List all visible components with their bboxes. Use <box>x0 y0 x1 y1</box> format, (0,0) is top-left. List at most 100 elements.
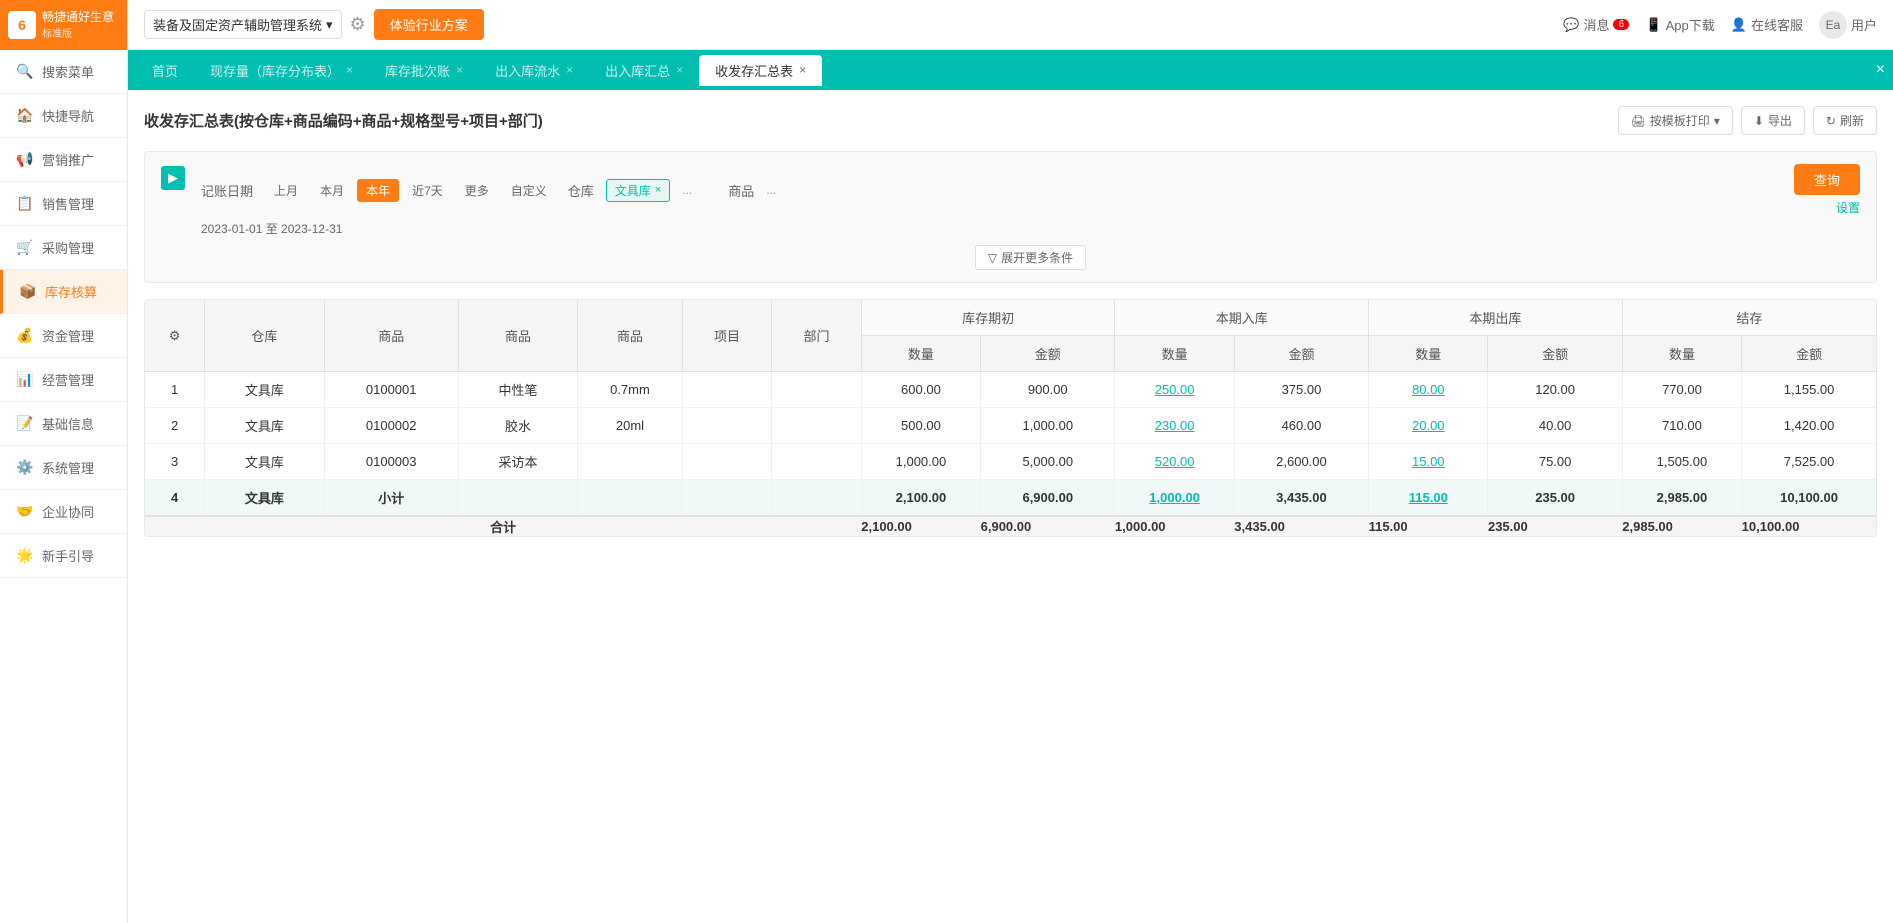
warehouse-tag-close[interactable]: × <box>655 184 661 196</box>
th-spec: 商品 <box>578 300 682 372</box>
sidebar-item-inventory[interactable]: 📦 库存核算 <box>0 270 127 314</box>
date-btn-custom[interactable]: 自定义 <box>502 179 556 202</box>
sidebar-item-enterprise[interactable]: 🤝 企业协同 <box>0 490 127 534</box>
goods-more[interactable]: ... <box>766 183 776 197</box>
query-button[interactable]: 查询 <box>1794 164 1860 195</box>
th-opening-group: 库存期初 <box>861 300 1115 336</box>
table-row: 1 文具库 0100001 中性笔 0.7mm 600.00 900.00 25… <box>145 372 1876 408</box>
sidebar-item-sales[interactable]: 📋 销售管理 <box>0 182 127 226</box>
goods-filter-label: 商品 <box>728 181 754 200</box>
cell-in-qty[interactable]: 520.00 <box>1115 444 1234 480</box>
cell-subtotal-opening-amt: 6,900.00 <box>981 480 1115 517</box>
date-btn-this-year[interactable]: 本年 <box>357 179 399 202</box>
expand-conditions-btn[interactable]: ▽ 展开更多条件 <box>975 245 1086 270</box>
date-btn-this-month[interactable]: 本月 <box>311 179 353 202</box>
cell-code: 0100001 <box>324 372 458 408</box>
filter-section: ▶ 记账日期 上月 本月 本年 近7天 更多 自定义 <box>161 164 1860 270</box>
data-table: ⚙ 仓库 商品 商品 商品 项目 部门 库存期初 本期入库 本期出库 结存 <box>145 300 1876 536</box>
export-button[interactable]: ⬇ 导出 <box>1741 106 1805 135</box>
th-out-amt: 金额 <box>1488 336 1622 372</box>
cell-in-amt: 2,600.00 <box>1234 444 1368 480</box>
th-closing-qty: 数量 <box>1622 336 1741 372</box>
tab-close-icon[interactable]: × <box>346 63 353 77</box>
warehouse-more[interactable]: ... <box>682 183 692 197</box>
in-qty-link[interactable]: 520.00 <box>1155 454 1195 469</box>
data-table-container: ⚙ 仓库 商品 商品 商品 项目 部门 库存期初 本期入库 本期出库 结存 <box>144 299 1877 537</box>
query-section: 查询 设置 <box>1794 164 1860 216</box>
tab-close-icon[interactable]: × <box>456 63 463 77</box>
sidebar-item-basic-info[interactable]: 📝 基础信息 <box>0 402 127 446</box>
filter-toggle-btn[interactable]: ▶ <box>161 166 185 190</box>
date-btn-more[interactable]: 更多 <box>456 179 498 202</box>
out-qty-link[interactable]: 20.00 <box>1412 418 1445 433</box>
sidebar-item-system[interactable]: ⚙️ 系统管理 <box>0 446 127 490</box>
sidebar-item-purchase[interactable]: 🛒 采购管理 <box>0 226 127 270</box>
subtotal-out-qty-link[interactable]: 115.00 <box>1409 490 1448 505</box>
avatar: Ea <box>1819 11 1847 39</box>
cell-subtotal-out-qty[interactable]: 115.00 <box>1369 480 1488 517</box>
cell-in-qty[interactable]: 250.00 <box>1115 372 1234 408</box>
page-title-row: 收发存汇总表(按仓库+商品编码+商品+规格型号+项目+部门) 🖨 按模板打印 ▾… <box>144 106 1877 135</box>
tab-batch-account[interactable]: 库存批次账 × <box>369 55 479 86</box>
cell-subtotal-closing-amt: 10,100.00 <box>1742 480 1876 517</box>
tab-home[interactable]: 首页 <box>136 55 194 86</box>
cell-closing-amt: 7,525.00 <box>1742 444 1876 480</box>
system-selector[interactable]: 装备及固定资产辅助管理系统 ▾ <box>144 10 342 39</box>
sidebar-item-label: 资金管理 <box>42 326 94 345</box>
cell-closing-amt: 1,420.00 <box>1742 408 1876 444</box>
cell-out-qty[interactable]: 80.00 <box>1369 372 1488 408</box>
tab-inventory-dist[interactable]: 现存量（库存分布表） × <box>194 55 369 86</box>
tab-bar-close-all[interactable]: × <box>1876 61 1885 79</box>
settings-link[interactable]: 设置 <box>1836 199 1860 216</box>
online-service-label: 在线客服 <box>1751 15 1803 34</box>
tab-in-out-flow[interactable]: 出入库流水 × <box>479 55 589 86</box>
export-icon: ⬇ <box>1754 114 1764 128</box>
trial-button[interactable]: 体验行业方案 <box>374 9 484 40</box>
cell-opening-qty: 500.00 <box>861 408 980 444</box>
refresh-button[interactable]: ↻ 刷新 <box>1813 106 1877 135</box>
expand-icon: ▽ <box>988 251 997 265</box>
sidebar-item-guide[interactable]: 🌟 新手引导 <box>0 534 127 578</box>
print-button[interactable]: 🖨 按模板打印 ▾ <box>1618 106 1733 135</box>
sidebar-item-label: 基础信息 <box>42 414 94 433</box>
cell-closing-amt: 1,155.00 <box>1742 372 1876 408</box>
in-qty-link[interactable]: 250.00 <box>1155 382 1195 397</box>
guide-icon: 🌟 <box>16 547 34 565</box>
tab-close-icon[interactable]: × <box>676 63 683 77</box>
message-icon: 💬 <box>1563 17 1579 33</box>
date-btn-7days[interactable]: 近7天 <box>403 179 452 202</box>
in-qty-link[interactable]: 230.00 <box>1155 418 1195 433</box>
expand-label: 展开更多条件 <box>1001 249 1073 266</box>
cell-out-qty[interactable]: 15.00 <box>1369 444 1488 480</box>
sidebar-item-finance[interactable]: 💰 资金管理 <box>0 314 127 358</box>
settings-gear-icon[interactable]: ⚙ <box>350 14 366 35</box>
cell-subtotal-empty2 <box>578 480 682 517</box>
th-closing-group: 结存 <box>1622 300 1876 336</box>
th-settings[interactable]: ⚙ <box>145 300 205 372</box>
cell-in-qty[interactable]: 230.00 <box>1115 408 1234 444</box>
message-action[interactable]: 💬 消息 6 <box>1563 15 1629 34</box>
out-qty-link[interactable]: 15.00 <box>1412 454 1445 469</box>
tab-collect-summary[interactable]: 收发存汇总表 × <box>699 55 822 86</box>
tab-close-icon[interactable]: × <box>799 63 806 77</box>
cell-total-opening-qty: 2,100.00 <box>861 516 980 536</box>
tab-in-out-summary[interactable]: 出入库汇总 × <box>589 55 699 86</box>
out-qty-link[interactable]: 80.00 <box>1412 382 1445 397</box>
online-service-action[interactable]: 👤 在线客服 <box>1731 15 1803 34</box>
sidebar-item-label: 企业协同 <box>42 502 94 521</box>
top-header: 装备及固定资产辅助管理系统 ▾ ⚙ 体验行业方案 💬 消息 6 📱 App下载 … <box>128 0 1893 50</box>
finance-icon: 💰 <box>16 327 34 345</box>
sidebar-item-marketing[interactable]: 📢 营销推广 <box>0 138 127 182</box>
user-action[interactable]: Ea 用户 <box>1819 11 1877 39</box>
tab-close-icon[interactable]: × <box>566 63 573 77</box>
app-download-action[interactable]: 📱 App下载 <box>1645 15 1714 34</box>
cell-out-qty[interactable]: 20.00 <box>1369 408 1488 444</box>
print-dropdown-icon: ▾ <box>1714 114 1720 128</box>
cell-total-out-qty: 115.00 <box>1369 516 1488 536</box>
cell-subtotal-in-qty[interactable]: 1,000.00 <box>1115 480 1234 517</box>
sidebar-item-quick-nav[interactable]: 🏠 快捷导航 <box>0 94 127 138</box>
sidebar-item-search[interactable]: 🔍 搜索菜单 <box>0 50 127 94</box>
subtotal-in-qty-link[interactable]: 1,000.00 <box>1149 490 1200 505</box>
date-btn-last-month[interactable]: 上月 <box>265 179 307 202</box>
sidebar-item-operations[interactable]: 📊 经营管理 <box>0 358 127 402</box>
